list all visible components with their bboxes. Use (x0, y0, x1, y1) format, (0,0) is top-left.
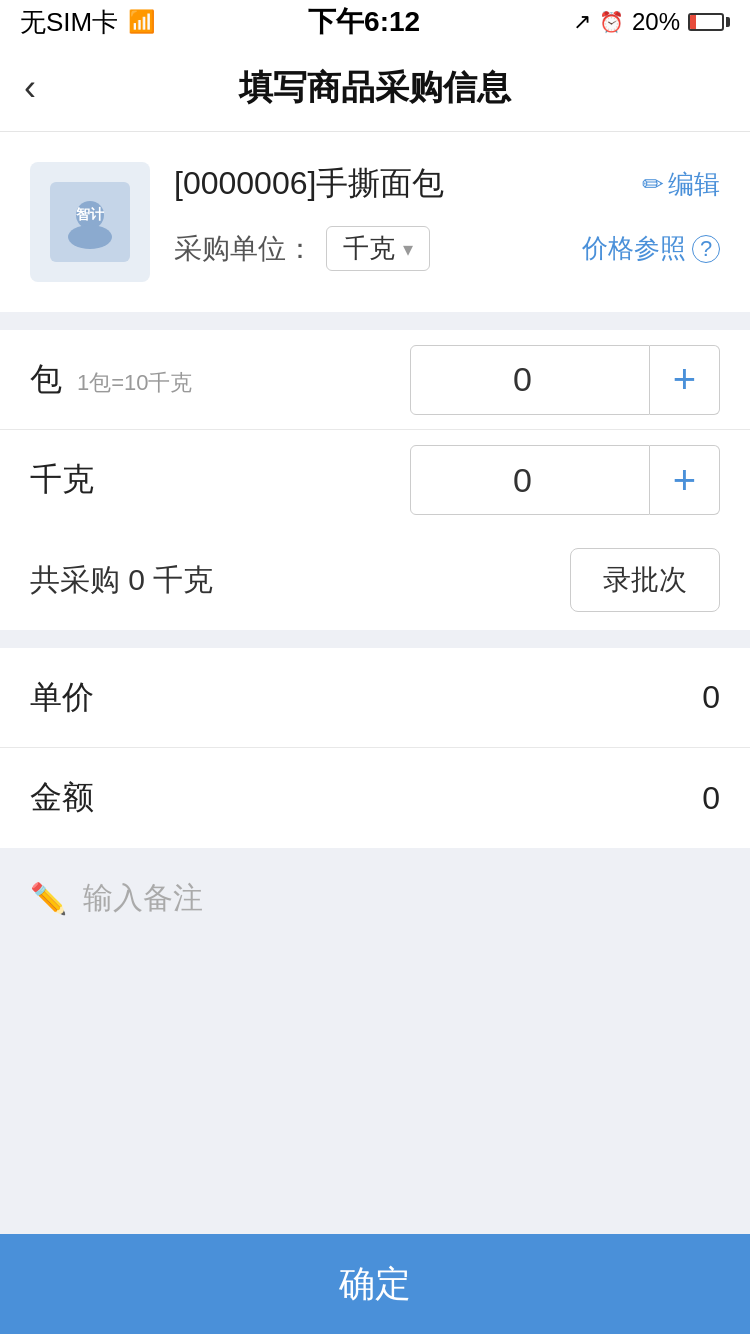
unit-label: 采购单位： (174, 230, 314, 268)
bag-plus-button[interactable]: + (650, 345, 720, 415)
alarm-icon: ⏰ (599, 10, 624, 34)
remark-placeholder: 输入备注 (83, 878, 203, 919)
kg-plus-button[interactable]: + (650, 445, 720, 515)
product-image: 智计 (30, 162, 150, 282)
battery-icon (688, 13, 730, 31)
edit-label: 编辑 (668, 167, 720, 202)
product-name: [0000006]手撕面包 (174, 162, 444, 206)
unit-price-row: 单价 0 (0, 648, 750, 748)
divider-2 (0, 630, 750, 648)
product-card: 智计 [0000006]手撕面包 ✏ 编辑 采购单位： 千克 ▾ (0, 132, 750, 312)
page-title: 填写商品采购信息 (239, 65, 511, 111)
summary-text: 共采购 0 千克 (30, 560, 213, 601)
unit-value: 千克 (343, 231, 395, 266)
unit-price-label: 单价 (30, 676, 94, 720)
confirm-button[interactable]: 确定 (0, 1234, 750, 1334)
unit-select[interactable]: 千克 ▾ (326, 226, 430, 271)
amount-label: 金额 (30, 776, 94, 820)
price-ref-help-icon: ? (692, 235, 720, 263)
carrier-label: 无SIM卡 (20, 5, 118, 40)
bag-input-row: 包 1包=10千克 + (0, 330, 750, 430)
unit-price-value: 0 (702, 679, 720, 716)
edit-button[interactable]: ✏ 编辑 (642, 167, 720, 202)
price-ref-button[interactable]: 价格参照 ? (582, 231, 720, 266)
kg-input-wrap: + (410, 445, 720, 515)
summary-row: 共采购 0 千克 录批次 (0, 530, 750, 630)
edit-icon: ✏ (642, 169, 664, 200)
unit-row: 采购单位： 千克 ▾ 价格参照 ? (174, 226, 720, 271)
status-time: 下午6:12 (308, 3, 420, 41)
nav-bar: ‹ 填写商品采购信息 (0, 44, 750, 132)
battery-percent: 20% (632, 8, 680, 36)
status-left: 无SIM卡 📶 (20, 5, 155, 40)
back-button[interactable]: ‹ (24, 67, 36, 109)
svg-text:智计: 智计 (75, 206, 105, 222)
product-info: [0000006]手撕面包 ✏ 编辑 采购单位： 千克 ▾ 价格参照 ? (174, 162, 720, 271)
kg-label: 千克 (30, 458, 410, 502)
wifi-icon: 📶 (128, 9, 155, 35)
status-right: ↗ ⏰ 20% (573, 8, 730, 36)
price-ref-label: 价格参照 (582, 231, 686, 266)
kg-input-row: 千克 + (0, 430, 750, 530)
input-section: 包 1包=10千克 + 千克 + (0, 330, 750, 530)
batch-button[interactable]: 录批次 (570, 548, 720, 612)
product-name-row: [0000006]手撕面包 ✏ 编辑 (174, 162, 720, 206)
price-section: 单价 0 金额 0 (0, 648, 750, 848)
amount-row: 金额 0 (0, 748, 750, 848)
chevron-down-icon: ▾ (403, 237, 413, 261)
divider-1 (0, 312, 750, 330)
bag-input-wrap: + (410, 345, 720, 415)
bag-label-text: 包 (30, 361, 62, 397)
kg-input[interactable] (410, 445, 650, 515)
pencil-icon: ✏️ (30, 881, 67, 916)
bag-input[interactable] (410, 345, 650, 415)
status-bar: 无SIM卡 📶 下午6:12 ↗ ⏰ 20% (0, 0, 750, 44)
svg-point-1 (68, 225, 112, 249)
remark-section[interactable]: ✏️ 输入备注 (0, 848, 750, 949)
bag-label: 包 1包=10千克 (30, 358, 410, 402)
product-image-placeholder: 智计 (50, 182, 130, 262)
location-icon: ↗ (573, 9, 591, 35)
bag-sublabel: 1包=10千克 (77, 370, 193, 395)
amount-value: 0 (702, 780, 720, 817)
